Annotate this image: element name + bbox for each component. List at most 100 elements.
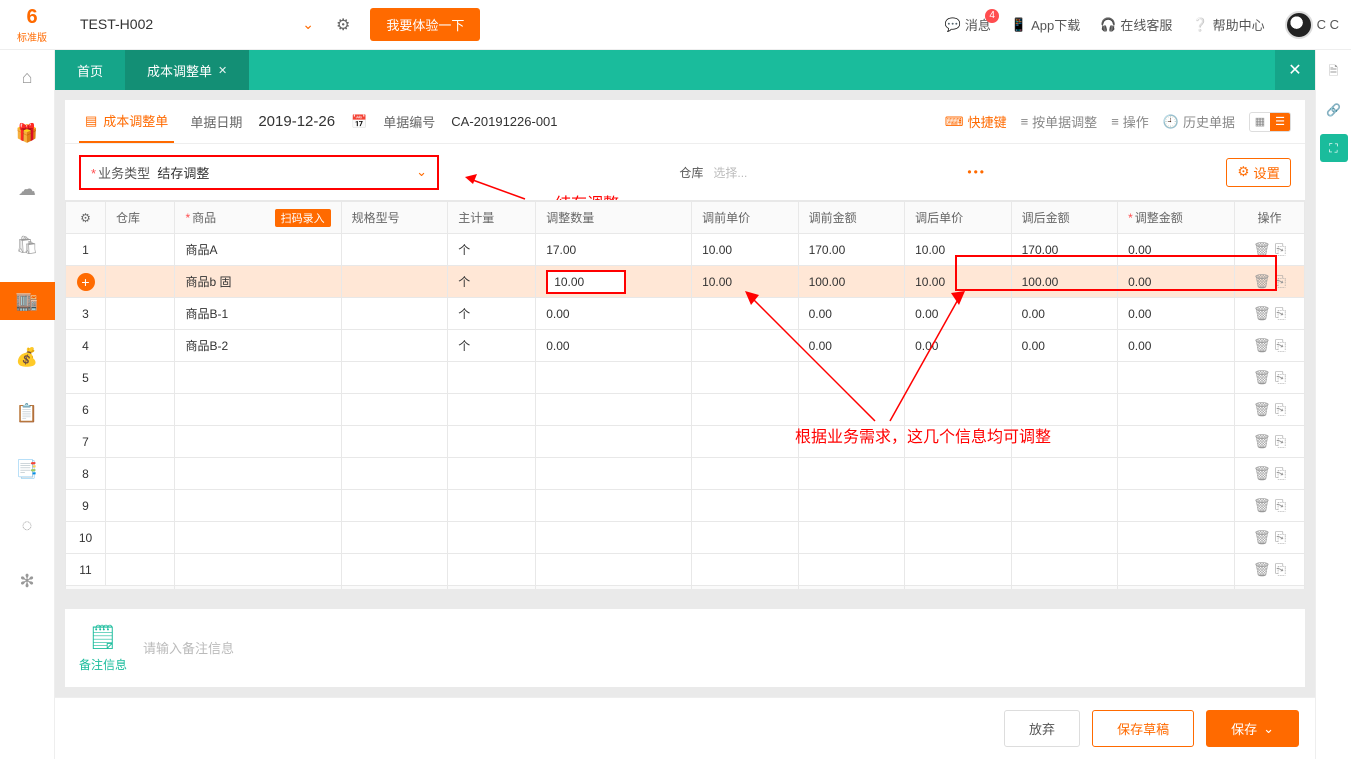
business-type-field: *业务类型 结存调整 ⌄ — [79, 155, 439, 190]
headset-icon: 🎧 — [1100, 17, 1116, 33]
view-toggle[interactable]: ▦ ☰ — [1249, 112, 1291, 132]
qty-input[interactable]: 10.00 — [546, 270, 626, 294]
add-row-icon[interactable]: + — [77, 273, 95, 291]
right-rail: 🗎 🔗 ⛶ — [1315, 50, 1351, 759]
logo-subtitle: 标准版 — [17, 29, 47, 44]
business-type-select[interactable]: *业务类型 结存调整 ⌄ — [79, 155, 439, 190]
copy-icon[interactable]: ⎘ — [1275, 465, 1286, 481]
table-row[interactable]: 6🗑⎘ — [66, 394, 1305, 426]
date-value[interactable]: 2019-12-26 — [258, 113, 335, 130]
nav-new[interactable]: ✻ — [0, 562, 55, 600]
delete-icon[interactable]: 🗑 — [1253, 529, 1271, 545]
user-menu[interactable]: C C — [1285, 11, 1339, 39]
org-selector[interactable]: TEST-H002 ⌄ — [72, 12, 322, 38]
nav-warehouse[interactable]: 🏬 — [0, 282, 55, 320]
table-row[interactable]: 8🗑⎘ — [66, 458, 1305, 490]
delete-icon[interactable]: 🗑 — [1253, 241, 1271, 257]
nav-bag[interactable]: 🛍 — [0, 226, 55, 264]
tab-cost-adjust[interactable]: 成本调整单 ✕ — [125, 50, 249, 90]
table-row[interactable]: 9🗑⎘ — [66, 490, 1305, 522]
subtotal-row: 小计 27.00 270.00 270.00 0.00 — [66, 586, 1305, 590]
app-download-link[interactable]: 📱App下载 — [1011, 15, 1080, 34]
calendar-icon[interactable]: 📅 — [351, 114, 367, 130]
copy-icon[interactable]: ⎘ — [1275, 433, 1286, 449]
tab-home[interactable]: 首页 — [55, 50, 125, 90]
document-icon: ▤ — [85, 113, 97, 129]
col-post-amt: 调后金额 — [1011, 202, 1118, 234]
delete-icon[interactable]: 🗑 — [1253, 433, 1271, 449]
copy-icon[interactable]: ⎘ — [1275, 529, 1286, 545]
nav-home[interactable]: ⌂ — [0, 58, 55, 96]
rail-link-icon[interactable]: 🔗 — [1320, 96, 1348, 124]
close-icon[interactable]: ✕ — [218, 64, 227, 77]
delete-icon[interactable]: 🗑 — [1253, 337, 1271, 353]
post-price-input[interactable]: 10.00 — [915, 275, 945, 289]
table-row[interactable]: 5🗑⎘ — [66, 362, 1305, 394]
scan-badge[interactable]: 扫码录入 — [275, 209, 331, 227]
copy-icon[interactable]: ⎘ — [1275, 337, 1286, 353]
nav-gift[interactable]: 🎁 — [0, 114, 55, 152]
copy-icon[interactable]: ⎘ — [1275, 561, 1286, 577]
nav-clipboard[interactable]: 📋 — [0, 394, 55, 432]
copy-icon[interactable]: ⎘ — [1275, 241, 1286, 257]
close-all-tabs[interactable]: ✕ — [1275, 50, 1315, 90]
delete-icon[interactable]: 🗑 — [1253, 497, 1271, 513]
operations-menu[interactable]: ≡操作 — [1111, 112, 1149, 131]
table-row[interactable]: 1商品A个17.0010.00170.0010.00170.000.00🗑⎘ — [66, 234, 1305, 266]
col-gear[interactable]: ⚙ — [66, 202, 106, 234]
message-badge: 4 — [985, 9, 999, 23]
table-row[interactable]: +商品b 固个10.0010.00100.0010.00100.000.00🗑⎘ — [66, 266, 1305, 298]
col-qty: 调整数量 — [536, 202, 692, 234]
discard-button[interactable]: 放弃 — [1004, 710, 1080, 747]
help-link[interactable]: ❔帮助中心 — [1192, 15, 1264, 34]
rail-note-icon[interactable]: 🗎 — [1320, 58, 1348, 86]
copy-icon[interactable]: ⎘ — [1275, 401, 1286, 417]
adj-input[interactable]: 0.00 — [1128, 275, 1151, 289]
copy-icon[interactable]: ⎘ — [1275, 497, 1286, 513]
view-card-icon[interactable]: ▦ — [1250, 113, 1270, 131]
remark-input[interactable] — [143, 641, 1291, 656]
gear-icon[interactable]: ⚙ — [336, 15, 350, 35]
nav-report[interactable]: 📑 — [0, 450, 55, 488]
copy-icon[interactable]: ⎘ — [1275, 273, 1286, 289]
col-uom: 主计量 — [448, 202, 536, 234]
copy-icon[interactable]: ⎘ — [1275, 305, 1286, 321]
save-draft-button[interactable]: 保存草稿 — [1092, 710, 1194, 747]
view-list-icon[interactable]: ☰ — [1270, 113, 1290, 131]
list-icon: ≡ — [1021, 114, 1029, 129]
warehouse-field[interactable]: 仓库 选择... ••• — [469, 164, 1196, 181]
annotation-2: 根据业务需求，这几个信息均可调整 — [795, 423, 1051, 447]
more-icon[interactable]: ••• — [967, 165, 986, 179]
rail-expand-icon[interactable]: ⛶ — [1320, 134, 1348, 162]
col-pre-price: 调前单价 — [692, 202, 799, 234]
doc-type-tab[interactable]: ▤ 成本调整单 — [79, 100, 174, 143]
trial-button[interactable]: 我要体验一下 — [370, 8, 480, 41]
table-row[interactable]: 3商品B-1个0.000.000.000.000.00🗑⎘ — [66, 298, 1305, 330]
copy-icon[interactable]: ⎘ — [1275, 369, 1286, 385]
delete-icon[interactable]: 🗑 — [1253, 369, 1271, 385]
delete-icon[interactable]: 🗑 — [1253, 273, 1271, 289]
save-button[interactable]: 保存⌄ — [1206, 710, 1299, 747]
table-row[interactable]: 4商品B-2个0.000.000.000.000.00🗑⎘ — [66, 330, 1305, 362]
nav-refresh[interactable]: ◌ — [0, 506, 55, 544]
table-row[interactable]: 7🗑⎘ — [66, 426, 1305, 458]
delete-icon[interactable]: 🗑 — [1253, 305, 1271, 321]
post-amt-input[interactable]: 100.00 — [1022, 275, 1059, 289]
table-row[interactable]: 11🗑⎘ — [66, 554, 1305, 586]
table-row[interactable]: 10🗑⎘ — [66, 522, 1305, 554]
col-warehouse: 仓库 — [106, 202, 175, 234]
adjust-by-doc[interactable]: ≡按单据调整 — [1021, 112, 1098, 131]
history-link[interactable]: 🕘历史单据 — [1163, 112, 1235, 131]
delete-icon[interactable]: 🗑 — [1253, 465, 1271, 481]
note-icon: 🗒 — [88, 623, 118, 652]
data-table-wrap: ⚙ 仓库 *商品扫码录入 规格型号 主计量 调整数量 调前单价 调前金额 调后单… — [65, 200, 1305, 589]
delete-icon[interactable]: 🗑 — [1253, 561, 1271, 577]
nav-cloud[interactable]: ☁ — [0, 170, 55, 208]
delete-icon[interactable]: 🗑 — [1253, 401, 1271, 417]
customer-service-link[interactable]: 🎧在线客服 — [1100, 15, 1172, 34]
settings-button[interactable]: ⚙设置 — [1226, 158, 1291, 187]
hotkey-link[interactable]: ⌨快捷键 — [945, 112, 1007, 131]
data-table: ⚙ 仓库 *商品扫码录入 规格型号 主计量 调整数量 调前单价 调前金额 调后单… — [65, 201, 1305, 589]
nav-money[interactable]: 💰 — [0, 338, 55, 376]
messages-link[interactable]: 💬 消息 4 — [945, 15, 991, 34]
